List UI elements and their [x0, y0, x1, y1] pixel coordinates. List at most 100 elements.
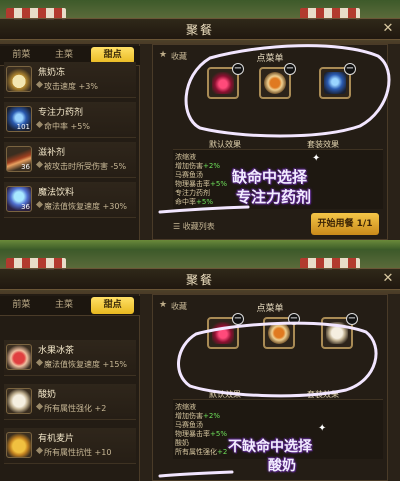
item-name: 酸奶: [38, 390, 57, 400]
list-icon: ☰: [173, 222, 183, 231]
dish-list: 前菜 主菜 甜点 焦奶冻 攻击速度 +3% 101 专注力药剂 命中率 +5% …: [0, 44, 140, 240]
item-count: 101: [16, 123, 30, 131]
effect-label: 所有属性强化: [175, 448, 217, 456]
sparkle-icon: ✦: [318, 423, 327, 434]
sparkle-icon: ✦: [312, 153, 321, 164]
remove-icon[interactable]: −: [232, 313, 244, 325]
effect-label: 增加伤害: [175, 412, 203, 420]
effect-icon: [35, 120, 44, 129]
item-effect: 被攻击时所受伤害 -5%: [44, 162, 127, 171]
effect-value: +2%: [203, 162, 220, 170]
order-slot-1[interactable]: −: [207, 63, 244, 99]
item-name: 水果冰茶: [38, 346, 75, 356]
close-icon[interactable]: ✕: [380, 21, 396, 37]
item-name: 滋补剂: [38, 148, 66, 158]
yogurt-icon: [326, 322, 348, 344]
window-title: 聚餐: [185, 23, 214, 37]
remove-icon[interactable]: −: [344, 63, 356, 75]
item-name: 焦奶冻: [38, 68, 66, 78]
close-icon[interactable]: ✕: [380, 271, 396, 287]
order-slot-3[interactable]: −: [321, 313, 358, 349]
effect-icon: [35, 160, 44, 169]
effect-icon: [35, 446, 44, 455]
effect-label: 酸奶: [175, 439, 189, 447]
window-title: 聚餐: [185, 273, 214, 287]
item-effect: 攻击速度 +3%: [44, 82, 98, 91]
order-slot-2[interactable]: −: [263, 313, 300, 349]
favorites-list-button[interactable]: ☰ 收藏列表: [173, 221, 215, 232]
effect-value: +2: [217, 448, 228, 456]
order-slot-2[interactable]: −: [259, 63, 296, 99]
list-item[interactable]: 焦奶冻 攻击速度 +3%: [4, 62, 136, 98]
annotation-line-2: 专注力药剂: [236, 188, 312, 206]
item-name: 魔法饮料: [38, 188, 75, 198]
remove-icon[interactable]: −: [284, 63, 296, 75]
effect-value: +2%: [203, 412, 220, 420]
tab-main[interactable]: 主菜: [43, 296, 86, 315]
yogurt-icon: [6, 388, 32, 414]
meal-panel-top: 聚餐 ✕ 前菜 主菜 甜点 焦奶冻 攻击速度 +3% 101 专注力药剂 命中率…: [0, 0, 400, 240]
fruit-tea-icon: [6, 344, 32, 370]
tonic-icon: 36: [6, 146, 32, 172]
effect-label: 浓缩液: [175, 153, 196, 161]
annotation-line-2: 酸奶: [268, 458, 296, 474]
potion-icon: [324, 72, 346, 94]
annotation-line-1: 不缺命中选择: [228, 439, 312, 455]
fish-soup-icon: [264, 72, 286, 94]
effect-label: 浓缩液: [175, 403, 196, 411]
list-item[interactable]: 101 专注力药剂 命中率 +5%: [4, 102, 136, 138]
effect-value: +5%: [210, 430, 227, 438]
category-tabs: 前菜 主菜 甜点: [0, 296, 140, 316]
list-item[interactable]: 36 滋补剂 被攻击时所受伤害 -5%: [4, 142, 136, 178]
divider: [0, 240, 400, 250]
effect-icon: [35, 402, 44, 411]
list-item[interactable]: 酸奶 所有属性强化 +2: [4, 384, 136, 420]
fish-soup-icon: [268, 322, 290, 344]
effect-value: +5%: [196, 198, 213, 206]
item-effect: 所有属性抗性 +10: [44, 448, 112, 457]
remove-icon[interactable]: −: [346, 313, 358, 325]
list-item[interactable]: 水果冰茶 魔法值恢复速度 +15%: [4, 340, 136, 376]
item-count: 36: [21, 203, 30, 211]
annotation-line-1: 缺命中选择: [232, 168, 308, 186]
remove-icon[interactable]: −: [288, 313, 300, 325]
item-effect: 魔法值恢复速度 +30%: [44, 202, 128, 211]
effect-value: +5%: [210, 180, 227, 188]
order-slot-3[interactable]: −: [319, 63, 356, 99]
effect-label: 命中率: [175, 198, 196, 206]
order-slot-1[interactable]: −: [207, 313, 244, 349]
remove-icon[interactable]: −: [232, 63, 244, 75]
potion-icon: 101: [6, 106, 32, 132]
effect-icon: [35, 358, 44, 367]
item-effect: 命中率 +5%: [44, 122, 90, 131]
item-count: 36: [21, 163, 30, 171]
effect-label: 物理暴击率: [175, 180, 210, 188]
list-item[interactable]: 有机麦片 所有属性抗性 +10: [4, 428, 136, 464]
item-name: 专注力药剂: [38, 108, 84, 118]
window-titlebar: 聚餐 ✕: [0, 268, 400, 290]
effect-label: 增加伤害: [175, 162, 203, 170]
dish-list: 前菜 主菜 甜点 水果冰茶 魔法值恢复速度 +15% 酸奶 所有属性强化 +2 …: [0, 294, 140, 481]
item-effect: 所有属性强化 +2: [44, 404, 107, 413]
favorites-list-label: 收藏列表: [182, 222, 215, 231]
effect-icon: [35, 80, 44, 89]
meal-panel-bottom: 聚餐 ✕ 前菜 主菜 甜点 水果冰茶 魔法值恢复速度 +15% 酸奶 所有属性强…: [0, 250, 400, 481]
effect-label: 专注力药剂: [175, 189, 210, 197]
tab-appetizer[interactable]: 前菜: [0, 296, 43, 315]
effect-label: 马赛鱼汤: [175, 421, 203, 429]
cocktail-icon: 36: [6, 186, 32, 212]
effect-label: 物理暴击率: [175, 430, 210, 438]
effect-label: 马赛鱼汤: [175, 171, 203, 179]
elixir-icon: [212, 322, 234, 344]
item-effect: 魔法值恢复速度 +15%: [44, 360, 128, 369]
effect-icon: [35, 200, 44, 209]
window-titlebar: 聚餐 ✕: [0, 18, 400, 40]
dessert-icon: [6, 66, 32, 92]
cereal-icon: [6, 432, 32, 458]
start-meal-button[interactable]: 开始用餐 1/1: [311, 213, 379, 235]
elixir-icon: [212, 72, 234, 94]
tab-dessert[interactable]: 甜点: [91, 297, 135, 314]
list-item[interactable]: 36 魔法饮料 魔法值恢复速度 +30%: [4, 182, 136, 218]
item-name: 有机麦片: [38, 434, 75, 444]
order-panel: ★ 收藏 点菜单 − − − 默认效果 套装效果 浓缩液 增加伤害+2% 马赛鱼…: [152, 44, 388, 240]
